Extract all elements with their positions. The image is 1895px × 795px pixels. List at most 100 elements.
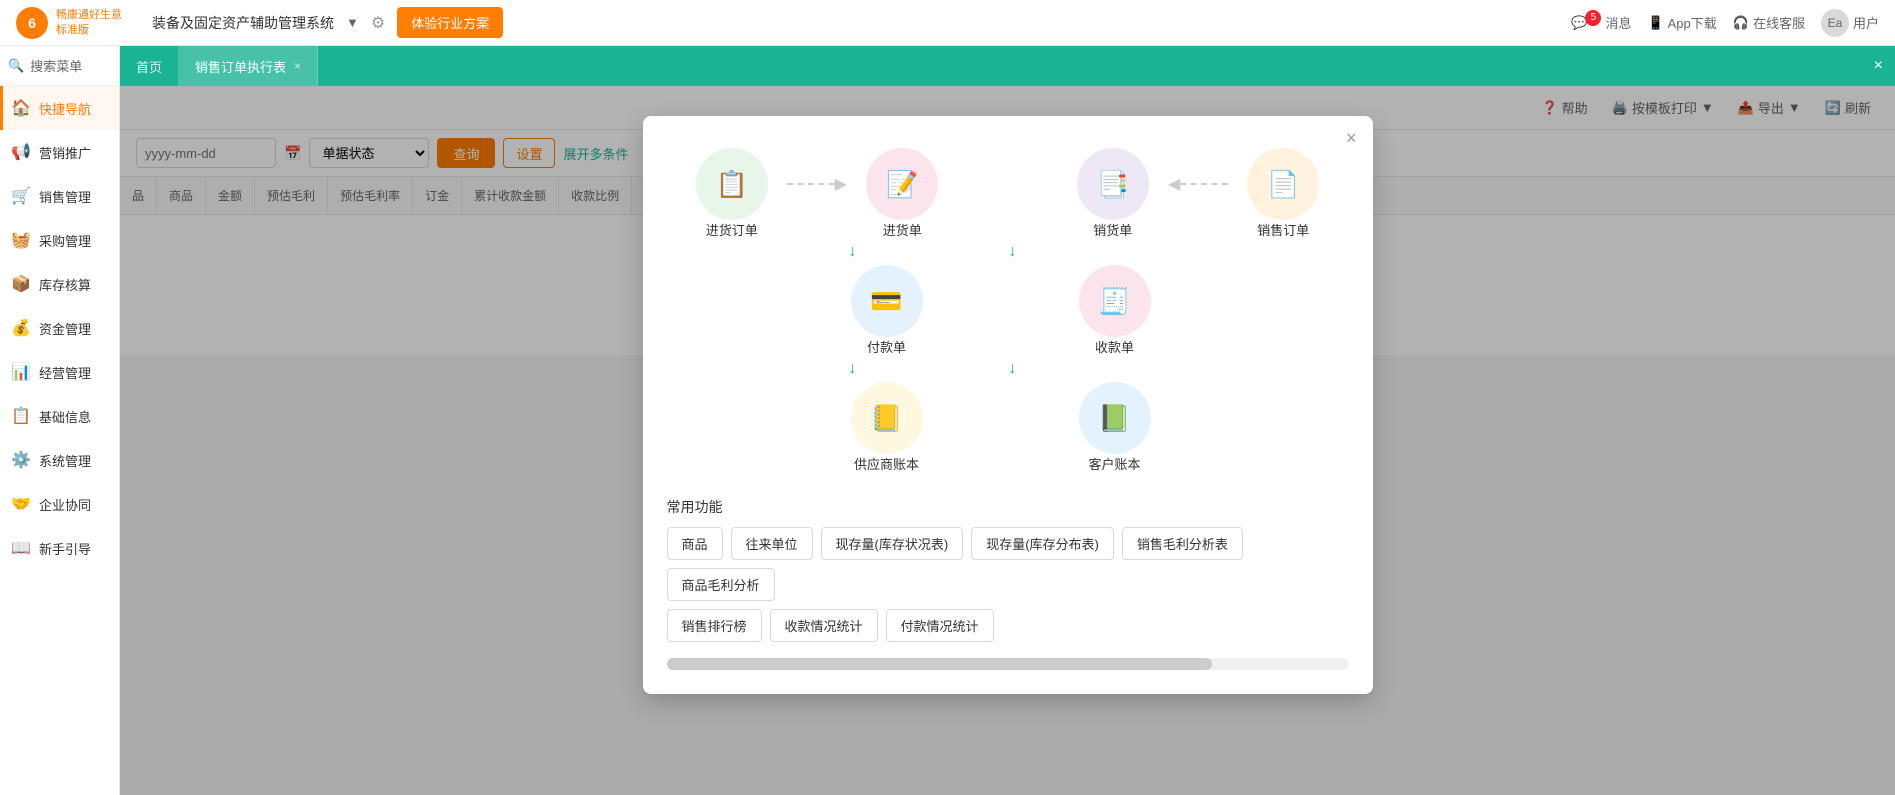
- sidebar-item-label: 系统管理: [39, 451, 91, 470]
- sidebar-item-marketing[interactable]: 📢 营销推广: [0, 130, 119, 174]
- payment-bill-circle[interactable]: 💳: [851, 265, 923, 337]
- flow-col-supplier-account: 📒 供应商账本: [817, 382, 957, 473]
- top-header: 6 畅康通好生意 标准版 装备及固定资产辅助管理系统 ▼ ⚙ 体验行业方案 💬 …: [0, 0, 1895, 46]
- sidebar-item-basic-info[interactable]: 📋 基础信息: [0, 394, 119, 438]
- logo-icon: 6: [16, 7, 48, 39]
- purchase-icon: 🧺: [11, 230, 31, 250]
- tab-home[interactable]: 首页: [120, 46, 179, 86]
- purchase-order-circle[interactable]: 📋: [696, 148, 768, 220]
- sidebar-nav: 🏠 快捷导航 📢 营销推广 🛒 销售管理 🧺 采购管理 📦 库存核算 💰: [0, 86, 119, 795]
- search-icon: 🔍: [8, 58, 24, 74]
- sidebar-item-label: 销售管理: [39, 187, 91, 206]
- sales-icon: 🛒: [11, 186, 31, 206]
- sidebar: 🔍 搜索菜单 🏠 快捷导航 📢 营销推广 🛒 销售管理 🧺 采购管理 📦: [0, 46, 120, 795]
- modal-overlay: × 📋 进货订单 ▶: [120, 86, 1895, 795]
- logo-text: 畅康通好生意 标准版: [56, 8, 122, 37]
- supplier-account-label: 供应商账本: [854, 454, 919, 473]
- receipt-bill-circle[interactable]: 🧾: [1079, 265, 1151, 337]
- download-icon: 📱: [1647, 15, 1663, 31]
- cooperation-icon: 🤝: [11, 494, 31, 514]
- online-service-button[interactable]: 🎧 在线客服: [1733, 13, 1805, 32]
- sidebar-item-label: 新手引导: [39, 539, 91, 558]
- guide-icon: 📖: [11, 538, 31, 558]
- common-functions-title: 常用功能: [667, 497, 1349, 517]
- marketing-icon: 📢: [11, 142, 31, 162]
- payment-bill-label: 付款单: [867, 337, 906, 356]
- sidebar-item-label: 资金管理: [39, 319, 91, 338]
- sidebar-item-label: 采购管理: [39, 231, 91, 250]
- app-download-button[interactable]: 📱 App下载: [1647, 13, 1716, 32]
- func-btn-sales-gross[interactable]: 销售毛利分析表: [1122, 527, 1243, 560]
- func-buttons: 商品 往来单位 现存量(库存状况表) 现存量(库存分布表) 销售毛利分析表 商品…: [667, 527, 1349, 601]
- flow-col-purchase-order: 📋 进货订单: [677, 148, 788, 239]
- inventory-icon: 📦: [11, 274, 31, 294]
- func-btn-product-gross[interactable]: 商品毛利分析: [667, 568, 775, 601]
- service-icon: 🎧: [1733, 15, 1749, 31]
- func-btn-payment-stats[interactable]: 付款情况统计: [886, 609, 994, 642]
- sidebar-item-label: 库存核算: [39, 275, 91, 294]
- flow-col-sales-order: 📄 销售订单: [1228, 148, 1339, 239]
- sidebar-item-label: 基础信息: [39, 407, 91, 426]
- flow-col-payment-bill: 💳 付款单: [817, 265, 957, 356]
- sidebar-item-label: 经营管理: [39, 363, 91, 382]
- func-btn-partner[interactable]: 往来单位: [731, 527, 813, 560]
- operations-icon: 📊: [11, 362, 31, 382]
- flow-col-customer-account: 📗 客户账本: [1045, 382, 1185, 473]
- search-menu[interactable]: 🔍 搜索菜单: [0, 46, 119, 86]
- quick-nav-modal: × 📋 进货订单 ▶: [643, 116, 1373, 694]
- avatar: Ea: [1821, 9, 1849, 37]
- message-badge: 5: [1585, 10, 1601, 26]
- try-plan-button[interactable]: 体验行业方案: [397, 7, 503, 38]
- basic-info-icon: 📋: [11, 406, 31, 426]
- sidebar-item-finance[interactable]: 💰 资金管理: [0, 306, 119, 350]
- func-btn-sales-ranking[interactable]: 销售排行榜: [667, 609, 762, 642]
- sales-bill-label: 销货单: [1093, 220, 1132, 239]
- sales-bill-circle[interactable]: 📑: [1077, 148, 1149, 220]
- header-right: 💬 5 消息 📱 App下载 🎧 在线客服 Ea 用户: [1571, 9, 1879, 37]
- message-button[interactable]: 💬 5 消息: [1571, 13, 1631, 32]
- supplier-account-circle[interactable]: 📒: [851, 382, 923, 454]
- sidebar-item-label: 快捷导航: [39, 99, 91, 118]
- modal-scrollbar-thumb: [667, 658, 1213, 670]
- func-btn-receipt-stats[interactable]: 收款情况统计: [770, 609, 878, 642]
- tab-bar: 首页 销售订单执行表 × ×: [120, 46, 1895, 86]
- func-btn-product[interactable]: 商品: [667, 527, 723, 560]
- purchase-bill-circle[interactable]: 📝: [866, 148, 938, 220]
- settings-icon[interactable]: ⚙: [371, 13, 385, 33]
- sidebar-item-purchase[interactable]: 🧺 采购管理: [0, 218, 119, 262]
- flow-section: 📋 进货订单 ▶ 📝 进货单: [667, 140, 1349, 489]
- sidebar-item-operations[interactable]: 📊 经营管理: [0, 350, 119, 394]
- receipt-bill-label: 收款单: [1095, 337, 1134, 356]
- tab-bar-close-button[interactable]: ×: [1874, 57, 1883, 75]
- main-layout: 🔍 搜索菜单 🏠 快捷导航 📢 营销推广 🛒 销售管理 🧺 采购管理 📦: [0, 46, 1895, 795]
- sidebar-item-label: 企业协同: [39, 495, 91, 514]
- system-title: 装备及固定资产辅助管理系统: [152, 13, 334, 33]
- customer-account-circle[interactable]: 📗: [1079, 382, 1151, 454]
- flow-col-sales-bill: 📑 销货单: [1058, 148, 1169, 239]
- sidebar-item-inventory[interactable]: 📦 库存核算: [0, 262, 119, 306]
- tab-sales-order-exec[interactable]: 销售订单执行表 ×: [179, 46, 318, 86]
- system-icon: ⚙️: [11, 450, 31, 470]
- func-btn-stock-status[interactable]: 现存量(库存状况表): [821, 527, 964, 560]
- purchase-order-label: 进货订单: [706, 220, 758, 239]
- content-area: ❓ 帮助 🖨️ 按模板打印 ▼ 📤 导出 ▼ 🔄 刷新: [120, 86, 1895, 795]
- func-buttons-row2: 销售排行榜 收款情况统计 付款情况统计: [667, 609, 1349, 642]
- sidebar-item-cooperation[interactable]: 🤝 企业协同: [0, 482, 119, 526]
- sidebar-item-system[interactable]: ⚙️ 系统管理: [0, 438, 119, 482]
- header-dropdown[interactable]: ▼: [346, 15, 359, 30]
- sidebar-item-quick-nav[interactable]: 🏠 快捷导航: [0, 86, 119, 130]
- purchase-bill-label: 进货单: [883, 220, 922, 239]
- sidebar-item-label: 营销推广: [39, 143, 91, 162]
- tab-close-icon[interactable]: ×: [294, 59, 301, 73]
- header-center: 装备及固定资产辅助管理系统 ▼ ⚙ 体验行业方案: [136, 7, 1571, 38]
- modal-scrollbar[interactable]: [667, 658, 1349, 670]
- modal-close-button[interactable]: ×: [1346, 128, 1357, 149]
- common-functions: 常用功能 商品 往来单位 现存量(库存状况表) 现存量(库存分布表) 销售毛利分…: [667, 489, 1349, 650]
- sidebar-item-sales[interactable]: 🛒 销售管理: [0, 174, 119, 218]
- home-icon: 🏠: [11, 98, 31, 118]
- sidebar-item-guide[interactable]: 📖 新手引导: [0, 526, 119, 570]
- func-btn-stock-dist[interactable]: 现存量(库存分布表): [971, 527, 1114, 560]
- user-menu[interactable]: Ea 用户: [1821, 9, 1879, 37]
- customer-account-label: 客户账本: [1088, 454, 1140, 473]
- sales-order-circle[interactable]: 📄: [1247, 148, 1319, 220]
